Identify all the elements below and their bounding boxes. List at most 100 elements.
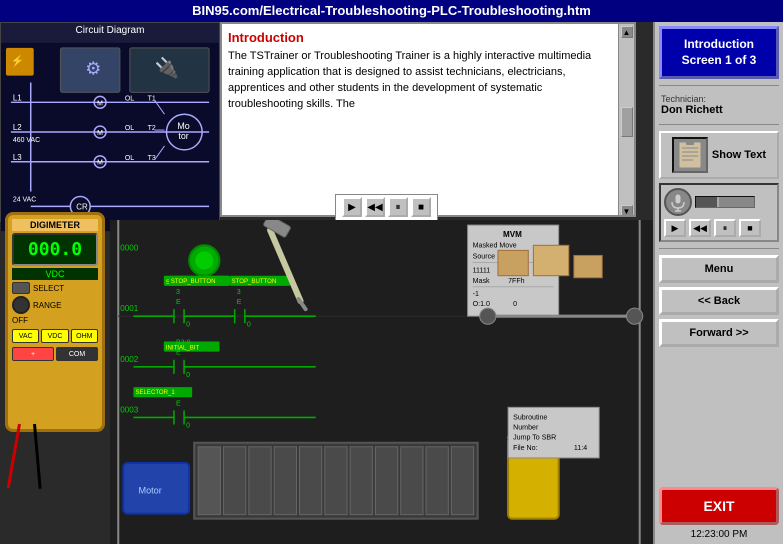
divider-1	[659, 85, 779, 86]
audio-stop-btn[interactable]: ■	[739, 219, 761, 237]
screen-line1: Introduction	[684, 37, 754, 51]
svg-text:SELECTOR_1: SELECTOR_1	[135, 390, 175, 396]
svg-text:OL: OL	[125, 95, 134, 102]
terminal-com[interactable]: COM	[56, 347, 98, 361]
svg-text:Masked Move: Masked Move	[473, 241, 517, 249]
right-sidebar: Introduction Screen 1 of 3 Technician: D…	[653, 22, 783, 544]
svg-text:Mask: Mask	[473, 277, 490, 285]
intro-panel: Introduction The TSTrainer or Troublesho…	[220, 22, 636, 217]
audio-pause-btn[interactable]: ⏸	[714, 219, 736, 237]
svg-text:7FFh: 7FFh	[508, 277, 525, 285]
svg-text:STOP_BUTTON: STOP_BUTTON	[232, 279, 277, 285]
back-button[interactable]: << Back	[659, 287, 779, 315]
show-text-button[interactable]: Show Text	[712, 149, 766, 161]
pause-button[interactable]: ⏸	[388, 197, 408, 217]
range-knob[interactable]	[12, 296, 30, 314]
svg-text:0001: 0001	[120, 304, 139, 313]
meter-select-row: SELECT	[12, 282, 98, 294]
meter-off: OFF	[12, 316, 98, 325]
svg-text:Jump To SBR: Jump To SBR	[513, 434, 556, 442]
audio-controls: ▶ ◀◀ ⏸ ■	[659, 183, 779, 242]
svg-text:Source: Source	[473, 252, 495, 260]
svg-text:T2: T2	[148, 125, 156, 132]
title-bar: BIN95.com/Electrical-Troubleshooting-PLC…	[0, 0, 783, 22]
title-text: BIN95.com/Electrical-Troubleshooting-PLC…	[192, 3, 591, 18]
audio-rewind-btn[interactable]: ◀◀	[689, 219, 711, 237]
audio-play-btn[interactable]: ▶	[664, 219, 686, 237]
svg-text:0: 0	[186, 371, 190, 379]
exit-button[interactable]: EXIT	[659, 487, 779, 525]
circuit-svg: L1 L2 L3 460 VAC 24 VAC M M M OL OL OL T	[1, 38, 219, 236]
microphone-icon	[668, 192, 688, 212]
svg-text:L2: L2	[13, 123, 22, 132]
svg-text:tor: tor	[178, 131, 188, 141]
svg-text:3: 3	[237, 288, 241, 296]
screen-indicator: Introduction Screen 1 of 3	[659, 26, 779, 79]
svg-text:0000: 0000	[120, 243, 139, 252]
divider-2	[659, 124, 779, 125]
audio-buttons-row: ▶ ◀◀ ⏸ ■	[664, 219, 774, 237]
svg-text:0003: 0003	[120, 405, 139, 414]
mic-icon[interactable]	[664, 188, 692, 216]
svg-text:L3: L3	[13, 153, 22, 162]
play-button[interactable]: ▶	[342, 197, 362, 217]
meter-vdc: VDC	[12, 268, 98, 280]
spacer	[659, 351, 779, 483]
scroll-up[interactable]: ▲	[621, 26, 633, 38]
probe-red	[7, 424, 21, 489]
main-container: Circuit Diagram L1 L2 L3 460 VAC 24 VAC	[0, 22, 783, 544]
left-area: Circuit Diagram L1 L2 L3 460 VAC 24 VAC	[0, 22, 653, 544]
menu-button[interactable]: Menu	[659, 255, 779, 283]
meter-terminals: VAC VDC OHM	[12, 329, 98, 343]
svg-text:-1: -1	[473, 290, 479, 298]
clock: 12:23:00 PM	[659, 529, 779, 540]
probe-black	[33, 424, 42, 489]
rewind-button[interactable]: ◀◀	[365, 197, 385, 217]
svg-text:E: E	[176, 298, 181, 306]
scroll-thumb[interactable]	[621, 107, 633, 137]
svg-text:Mo: Mo	[177, 121, 189, 131]
svg-text:11:4: 11:4	[574, 444, 587, 452]
meter-terminals-2: + COM	[12, 347, 98, 361]
svg-text:L1: L1	[13, 93, 22, 102]
show-text-row: Show Text	[672, 137, 766, 173]
svg-text:OL: OL	[125, 125, 134, 132]
svg-text:460 VAC: 460 VAC	[13, 137, 40, 144]
svg-text:M: M	[97, 160, 103, 167]
intro-title: Introduction	[228, 30, 614, 45]
terminal-plus[interactable]: +	[12, 347, 54, 361]
svg-text:24 VAC: 24 VAC	[13, 196, 36, 203]
forward-button[interactable]: Forward >>	[659, 319, 779, 347]
svg-text:Motor: Motor	[139, 485, 162, 495]
svg-text:0: 0	[247, 320, 251, 328]
svg-text:0: 0	[186, 320, 190, 328]
terminal-vdc[interactable]: VDC	[41, 329, 68, 343]
svg-text:E: E	[176, 349, 181, 357]
svg-text:⚙: ⚙	[85, 59, 101, 79]
svg-text:0: 0	[513, 300, 517, 308]
select-label: SELECT	[33, 284, 64, 293]
show-text-icon	[672, 137, 708, 173]
document-icon	[675, 140, 705, 170]
intro-scrollbar[interactable]: ▲ ▼	[618, 24, 634, 217]
audio-top-row	[664, 188, 774, 216]
technician-box: Technician: Don Richett	[659, 92, 779, 118]
scroll-down[interactable]: ▼	[621, 205, 633, 217]
technician-name: Don Richett	[661, 104, 777, 116]
svg-text:0002: 0002	[120, 355, 139, 364]
svg-text:Number: Number	[513, 424, 539, 432]
stop-button[interactable]: ■	[411, 197, 431, 217]
svg-text:B3:0: B3:0	[176, 339, 191, 347]
terminal-ohm[interactable]: OHM	[71, 329, 98, 343]
meter-brand: DIGIMETER	[12, 219, 98, 231]
svg-text:E: E	[176, 399, 181, 407]
svg-text:OL: OL	[125, 155, 134, 162]
technician-label: Technician:	[661, 94, 777, 104]
terminal-vac[interactable]: VAC	[12, 329, 39, 343]
svg-text:E: E	[237, 298, 242, 306]
svg-text:🔌: 🔌	[155, 57, 180, 80]
volume-slider[interactable]	[695, 196, 755, 208]
select-btn[interactable]	[12, 282, 30, 294]
svg-text:⚡: ⚡	[11, 55, 25, 68]
svg-text:M: M	[97, 130, 103, 137]
